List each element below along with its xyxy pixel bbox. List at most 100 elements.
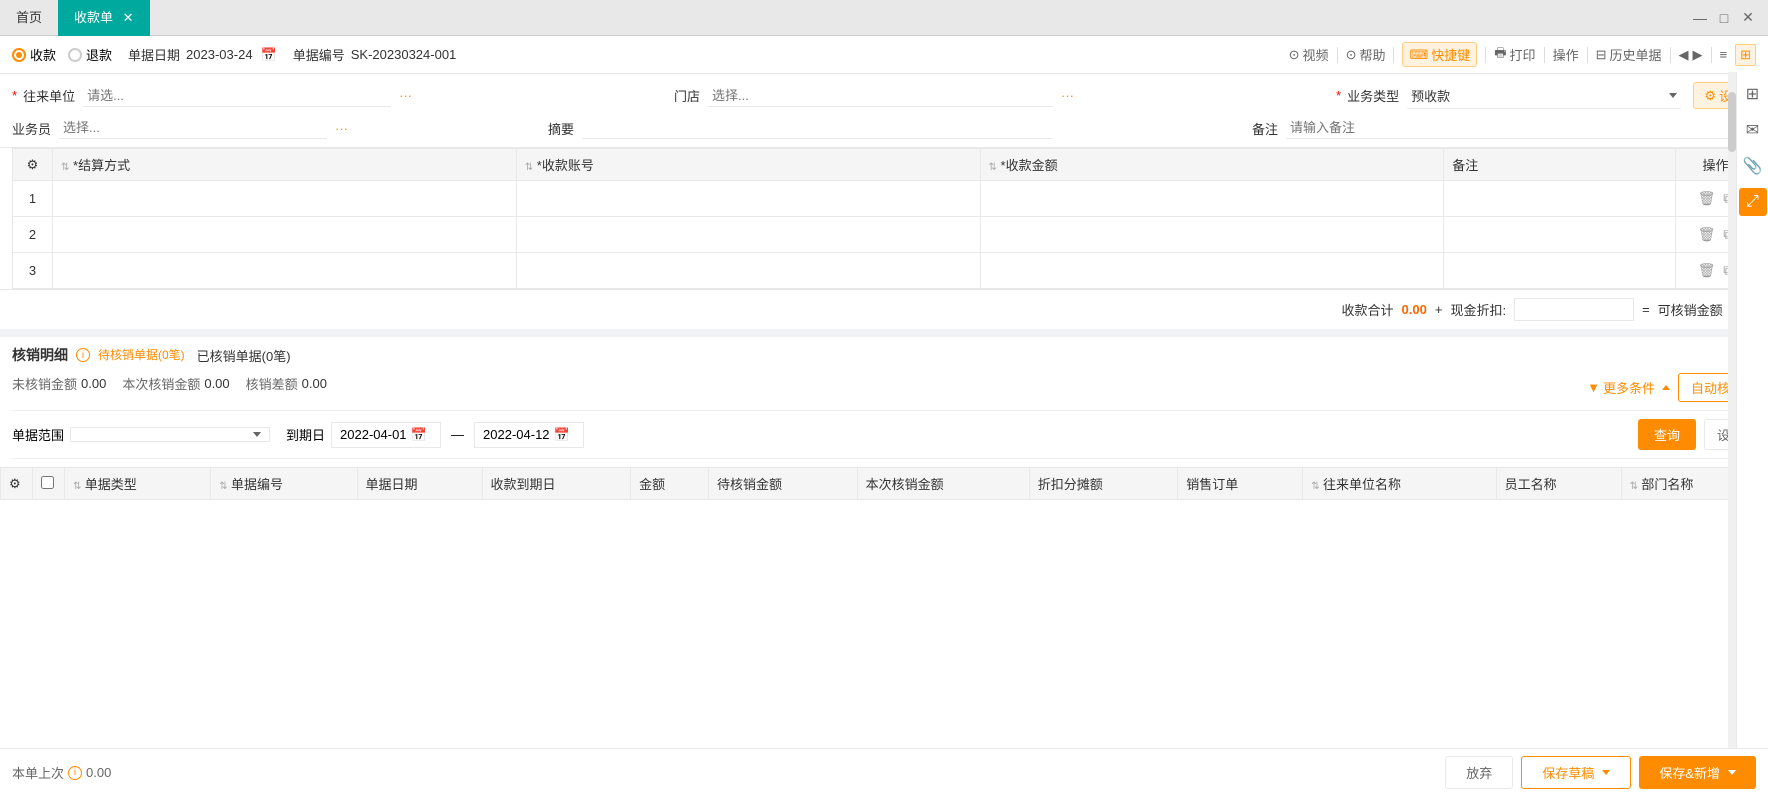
video-button[interactable]: ⊙ 视频 <box>1289 45 1329 64</box>
scrollbar-thumb[interactable] <box>1728 92 1736 152</box>
bth-bill-no-label: 单据编号 <box>231 477 283 492</box>
row3-account[interactable] <box>516 253 980 289</box>
refund-radio[interactable]: 退款 <box>68 45 112 64</box>
th-settings[interactable]: ⚙ <box>13 149 53 181</box>
salesperson-input[interactable] <box>59 117 327 139</box>
video-icon: ⊙ <box>1289 47 1300 63</box>
view-grid-icon[interactable]: ⊞ <box>1735 44 1756 66</box>
row3-remark[interactable] <box>1444 253 1676 289</box>
abandon-button[interactable]: 放弃 <box>1445 756 1513 789</box>
row2-no: 2 <box>13 217 53 253</box>
bth-settings-icon[interactable]: ⚙ <box>9 476 21 491</box>
bth-settings[interactable]: ⚙ <box>1 468 33 500</box>
select-all-checkbox[interactable] <box>41 476 54 489</box>
row3-delete-icon[interactable]: 🗑 <box>1698 262 1716 278</box>
date-value[interactable]: 2023-03-24 <box>186 47 253 62</box>
due-date-field: 到期日 2022-04-01 📅 — 2022-04-12 📅 <box>286 422 584 448</box>
table-row: 3 🗑 ⧉ <box>13 253 1756 289</box>
shop-more-icon[interactable]: ··· <box>1061 88 1074 103</box>
date-field: 单据日期 2023-03-24 📅 <box>128 45 277 64</box>
row1-delete-icon[interactable]: 🗑 <box>1698 190 1716 206</box>
row1-settlement[interactable] <box>53 181 517 217</box>
tab-home[interactable]: 首页 <box>0 0 58 36</box>
biz-type-select[interactable]: 预收款 <box>1407 83 1681 109</box>
diff-value: 0.00 <box>302 376 327 391</box>
tab-home-label: 首页 <box>16 10 42 25</box>
form-row-1: * 往来单位 ··· 门店 ··· * 业务类型 预收款 ⚙ <box>12 82 1756 109</box>
partner-required-mark: * <box>12 88 17 103</box>
bill-no-value[interactable]: SK-20230324-001 <box>351 47 457 62</box>
refund-radio-dot <box>68 48 82 62</box>
sort-icon-settlement: ⇅ <box>61 162 69 173</box>
remark-label: 备注 <box>1252 119 1278 138</box>
table-settings-icon[interactable]: ⚙ <box>27 157 39 172</box>
divider-2 <box>1393 47 1394 63</box>
pending-tab[interactable]: 待核销单据(0笔) <box>98 346 185 365</box>
done-tab[interactable]: 已核销单据(0笔) <box>197 346 291 365</box>
remark-input[interactable] <box>1286 117 1756 139</box>
row1-remark[interactable] <box>1444 181 1676 217</box>
row1-account[interactable] <box>516 181 980 217</box>
minimize-button[interactable]: — <box>1692 10 1708 26</box>
sidebar-mail-icon[interactable]: ✉ <box>1739 116 1767 144</box>
diff-label: 核销差额 <box>246 374 298 393</box>
tab-close-icon[interactable]: ✕ <box>123 10 134 25</box>
row1-amount[interactable] <box>980 181 1444 217</box>
history-button[interactable]: ⊟ 历史单据 <box>1596 45 1662 64</box>
bth-bill-date: 单据日期 <box>357 468 482 500</box>
bottom-table-section: ⚙ ⇅ 单据类型 ⇅ 单据编号 单据日期 <box>0 467 1768 500</box>
tab-receipt[interactable]: 收款单 ✕ <box>58 0 150 36</box>
row3-amount[interactable] <box>980 253 1444 289</box>
date-from-picker[interactable]: 2022-04-01 📅 <box>331 422 441 448</box>
nav-next-icon[interactable]: ▶ <box>1693 47 1703 63</box>
bth-dept-label: 部门名称 <box>1641 477 1693 492</box>
summary-input[interactable] <box>582 117 1052 139</box>
footer-info-icon[interactable]: i <box>68 766 82 780</box>
sidebar-table-icon[interactable]: ⊞ <box>1739 80 1767 108</box>
save-draft-chevron-icon <box>1602 770 1610 775</box>
view-list-icon[interactable]: ≡ <box>1720 47 1728 62</box>
ops-button[interactable]: 操作 <box>1553 45 1579 64</box>
current-value: 0.00 <box>204 376 229 391</box>
row2-delete-icon[interactable]: 🗑 <box>1698 226 1716 242</box>
maximize-button[interactable]: □ <box>1716 10 1732 26</box>
save-draft-button[interactable]: 保存草稿 <box>1521 756 1631 789</box>
diff-stat: 核销差额 0.00 <box>246 374 327 393</box>
save-new-button[interactable]: 保存&新增 <box>1639 756 1756 789</box>
shortcut-button[interactable]: ⌨ 快捷键 <box>1402 42 1477 67</box>
bth-employee: 员工名称 <box>1496 468 1621 500</box>
summary-row: 收款合计 0.00 + 现金折扣: = 可核销金额 0.00 <box>0 289 1768 329</box>
footer-buttons: 放弃 保存草稿 保存&新增 <box>1445 756 1756 789</box>
form-row-2: 业务员 ··· 摘要 备注 <box>12 117 1756 139</box>
date-to-picker[interactable]: 2022-04-12 📅 <box>474 422 584 448</box>
calendar-icon[interactable]: 📅 <box>261 47 277 63</box>
shop-input[interactable] <box>708 85 1053 107</box>
scrollbar-track[interactable] <box>1728 72 1736 748</box>
equals-label: = <box>1642 302 1650 317</box>
row2-account[interactable] <box>516 217 980 253</box>
reconcile-title: 核销明细 <box>12 345 68 365</box>
help-label: 帮助 <box>1359 45 1385 64</box>
row2-amount[interactable] <box>980 217 1444 253</box>
current-stat: 本次核销金额 0.00 <box>122 374 229 393</box>
help-button[interactable]: ⊙ 帮助 <box>1346 45 1386 64</box>
nav-prev-icon[interactable]: ◀ <box>1679 47 1689 63</box>
scope-select[interactable] <box>70 427 270 442</box>
more-conditions-button[interactable]: ▼ 更多条件 <box>1587 378 1670 397</box>
partner-more-icon[interactable]: ··· <box>399 88 412 103</box>
receipt-radio[interactable]: 收款 <box>12 45 56 64</box>
close-button[interactable]: ✕ <box>1740 10 1756 26</box>
sidebar-expand-icon[interactable]: ⤢ <box>1739 188 1767 216</box>
query-button[interactable]: 查询 <box>1638 419 1696 450</box>
row2-remark[interactable] <box>1444 217 1676 253</box>
reconcile-info-icon[interactable]: i <box>76 348 90 362</box>
calendar-from-icon: 📅 <box>411 427 427 443</box>
salesperson-more-icon[interactable]: ··· <box>335 121 348 136</box>
print-button[interactable]: 🖶 打印 <box>1494 44 1535 66</box>
bth-checkbox[interactable] <box>33 468 65 500</box>
discount-input[interactable] <box>1514 298 1634 321</box>
sidebar-clip-icon[interactable]: 📎 <box>1739 152 1767 180</box>
row3-settlement[interactable] <box>53 253 517 289</box>
row2-settlement[interactable] <box>53 217 517 253</box>
partner-input[interactable] <box>83 85 391 107</box>
